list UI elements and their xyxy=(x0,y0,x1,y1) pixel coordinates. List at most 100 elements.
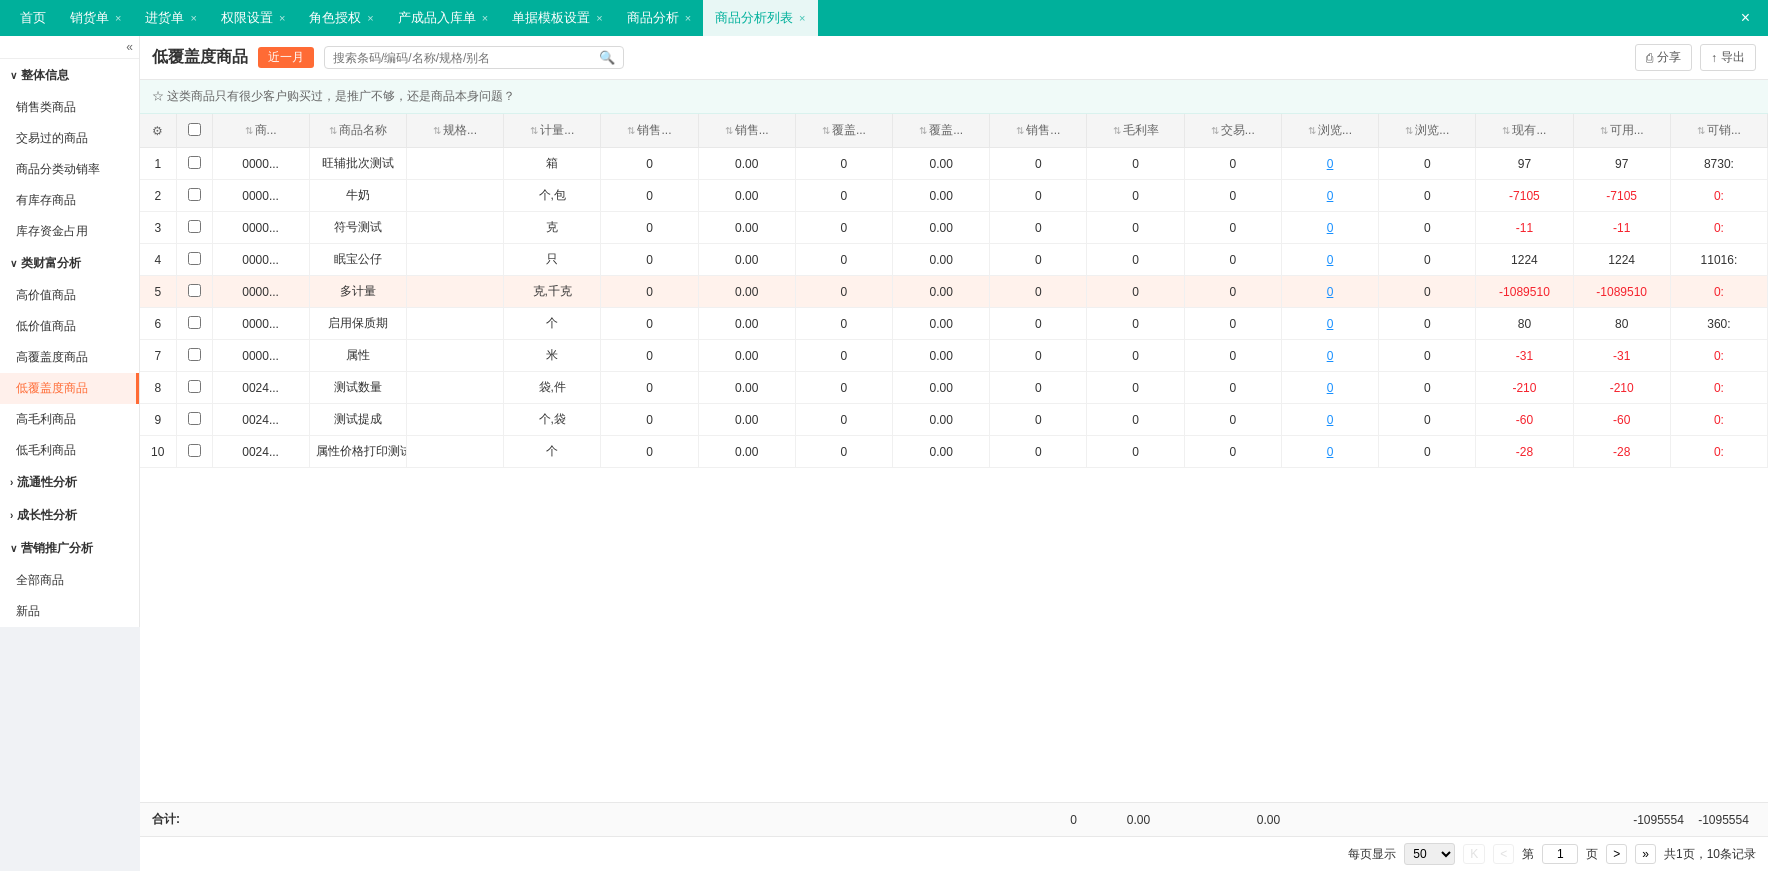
spec-column-header[interactable]: 规格... xyxy=(406,114,503,148)
table-cell: 0: xyxy=(1670,180,1767,212)
table-cell[interactable]: 0 xyxy=(1281,212,1378,244)
table-cell: 80 xyxy=(1476,308,1573,340)
trade-column-header[interactable]: 交易... xyxy=(1184,114,1281,148)
sidebar-item-all-goods[interactable]: 全部商品 xyxy=(0,565,139,596)
code-column-header[interactable]: 商... xyxy=(212,114,309,148)
table-cell[interactable] xyxy=(176,436,212,468)
prev-page-button[interactable]: < xyxy=(1493,844,1514,864)
nav-product-analysis-list[interactable]: 商品分析列表 × xyxy=(703,0,817,36)
nav-permission-settings[interactable]: 权限设置 × xyxy=(209,0,297,36)
last-page-button[interactable]: » xyxy=(1635,844,1656,864)
nav-role-auth[interactable]: 角色授权 × xyxy=(297,0,385,36)
nav-product-analysis[interactable]: 商品分析 × xyxy=(615,0,703,36)
table-cell[interactable] xyxy=(176,180,212,212)
first-page-button[interactable]: K xyxy=(1463,844,1485,864)
sellable-column-header[interactable]: 可销... xyxy=(1670,114,1767,148)
table-cell: 8 xyxy=(140,372,176,404)
table-cell[interactable] xyxy=(176,148,212,180)
close-icon[interactable]: × xyxy=(367,12,373,24)
per-page-select[interactable]: 501020100 xyxy=(1404,843,1455,865)
sidebar-item-stocked-goods[interactable]: 有库存商品 xyxy=(0,185,139,216)
nav-sales-order[interactable]: 销货单 × xyxy=(58,0,133,36)
sidebar-item-category-rate[interactable]: 商品分类动销率 xyxy=(0,154,139,185)
next-page-button[interactable]: > xyxy=(1606,844,1627,864)
sidebar-section-wealth[interactable]: ∨ 类财富分析 xyxy=(0,247,139,280)
current-column-header[interactable]: 现有... xyxy=(1476,114,1573,148)
unit-column-header[interactable]: 计量... xyxy=(504,114,601,148)
table-cell[interactable] xyxy=(176,340,212,372)
search-icon[interactable]: 🔍 xyxy=(599,50,615,65)
cover1-column-header[interactable]: 覆盖... xyxy=(795,114,892,148)
table-cell[interactable] xyxy=(176,372,212,404)
close-icon[interactable]: × xyxy=(685,12,691,24)
table-cell[interactable]: 0 xyxy=(1281,276,1378,308)
close-icon[interactable]: × xyxy=(799,12,805,24)
table-cell[interactable]: 0 xyxy=(1281,148,1378,180)
table-cell[interactable] xyxy=(176,308,212,340)
browse1-column-header[interactable]: 浏览... xyxy=(1281,114,1378,148)
close-icon[interactable]: × xyxy=(596,12,602,24)
sales2-column-header[interactable]: 销售... xyxy=(698,114,795,148)
select-all-checkbox[interactable] xyxy=(188,123,201,136)
sidebar-item-high-profit[interactable]: 高毛利商品 xyxy=(0,404,139,435)
table-cell[interactable]: 0 xyxy=(1281,180,1378,212)
table-cell xyxy=(406,372,503,404)
search-input[interactable] xyxy=(333,51,599,65)
sidebar-section-growth[interactable]: › 成长性分析 xyxy=(0,499,139,532)
sidebar-section-liquidity[interactable]: › 流通性分析 xyxy=(0,466,139,499)
nav-home[interactable]: 首页 xyxy=(8,0,58,36)
sidebar-item-low-profit[interactable]: 低毛利商品 xyxy=(0,435,139,466)
window-close-button[interactable]: × xyxy=(1731,9,1760,27)
nav-template-settings[interactable]: 单据模板设置 × xyxy=(500,0,614,36)
gross-column-header[interactable]: 毛利率 xyxy=(1087,114,1184,148)
page-input[interactable] xyxy=(1542,844,1578,864)
sidebar-item-low-value[interactable]: 低价值商品 xyxy=(0,311,139,342)
close-icon[interactable]: × xyxy=(115,12,121,24)
sidebar-item-new-goods[interactable]: 新品 xyxy=(0,596,139,627)
sidebar-item-sales-goods[interactable]: 销售类商品 xyxy=(0,92,139,123)
table-cell[interactable] xyxy=(176,244,212,276)
sidebar-item-high-value[interactable]: 高价值商品 xyxy=(0,280,139,311)
sidebar-collapse-button[interactable]: « xyxy=(126,40,133,54)
close-icon[interactable]: × xyxy=(279,12,285,24)
table-cell[interactable]: 0 xyxy=(1281,340,1378,372)
table-cell: 1224 xyxy=(1476,244,1573,276)
table-cell[interactable]: 0 xyxy=(1281,308,1378,340)
table-cell[interactable]: 0 xyxy=(1281,244,1378,276)
table-cell[interactable]: 0 xyxy=(1281,436,1378,468)
sidebar-section-general[interactable]: ∨ 整体信息 xyxy=(0,59,139,92)
content-header: 低覆盖度商品 近一月 🔍 ⎙ 分享 ↑ 导出 xyxy=(140,36,1768,80)
sales1-column-header[interactable]: 销售... xyxy=(601,114,698,148)
table-cell: 个,包 xyxy=(504,180,601,212)
close-icon[interactable]: × xyxy=(190,12,196,24)
name-column-header[interactable]: 商品名称 xyxy=(309,114,406,148)
sidebar-item-stock-capital[interactable]: 库存资金占用 xyxy=(0,216,139,247)
share-button[interactable]: ⎙ 分享 xyxy=(1635,44,1692,71)
sales3-column-header[interactable]: 销售... xyxy=(990,114,1087,148)
sidebar-item-traded-goods[interactable]: 交易过的商品 xyxy=(0,123,139,154)
footer-b1 xyxy=(1496,813,1561,827)
table-cell: 0.00 xyxy=(893,276,990,308)
table-cell[interactable]: 0 xyxy=(1281,372,1378,404)
settings-column-header[interactable]: ⚙ xyxy=(140,114,176,148)
close-icon[interactable]: × xyxy=(482,12,488,24)
export-button[interactable]: ↑ 导出 xyxy=(1700,44,1756,71)
table-cell: 0: xyxy=(1670,404,1767,436)
per-page-label: 每页显示 xyxy=(1348,846,1396,863)
table-cell: 0 xyxy=(1379,212,1476,244)
table-cell[interactable] xyxy=(176,404,212,436)
table-cell[interactable] xyxy=(176,212,212,244)
cover2-column-header[interactable]: 覆盖... xyxy=(893,114,990,148)
sidebar-item-low-coverage[interactable]: 低覆盖度商品 xyxy=(0,373,139,404)
time-filter-button[interactable]: 近一月 xyxy=(258,47,314,68)
nav-finished-goods[interactable]: 产成品入库单 × xyxy=(386,0,500,36)
table-cell: 0 xyxy=(990,244,1087,276)
table-cell[interactable]: 0 xyxy=(1281,404,1378,436)
sidebar-section-wealth-items: 高价值商品 低价值商品 高覆盖度商品 低覆盖度商品 高毛利商品 低毛利商品 xyxy=(0,280,139,466)
available-column-header[interactable]: 可用... xyxy=(1573,114,1670,148)
sidebar-section-marketing[interactable]: ∨ 营销推广分析 xyxy=(0,532,139,565)
nav-purchase-order[interactable]: 进货单 × xyxy=(133,0,208,36)
browse2-column-header[interactable]: 浏览... xyxy=(1379,114,1476,148)
table-cell[interactable] xyxy=(176,276,212,308)
sidebar-item-high-coverage[interactable]: 高覆盖度商品 xyxy=(0,342,139,373)
